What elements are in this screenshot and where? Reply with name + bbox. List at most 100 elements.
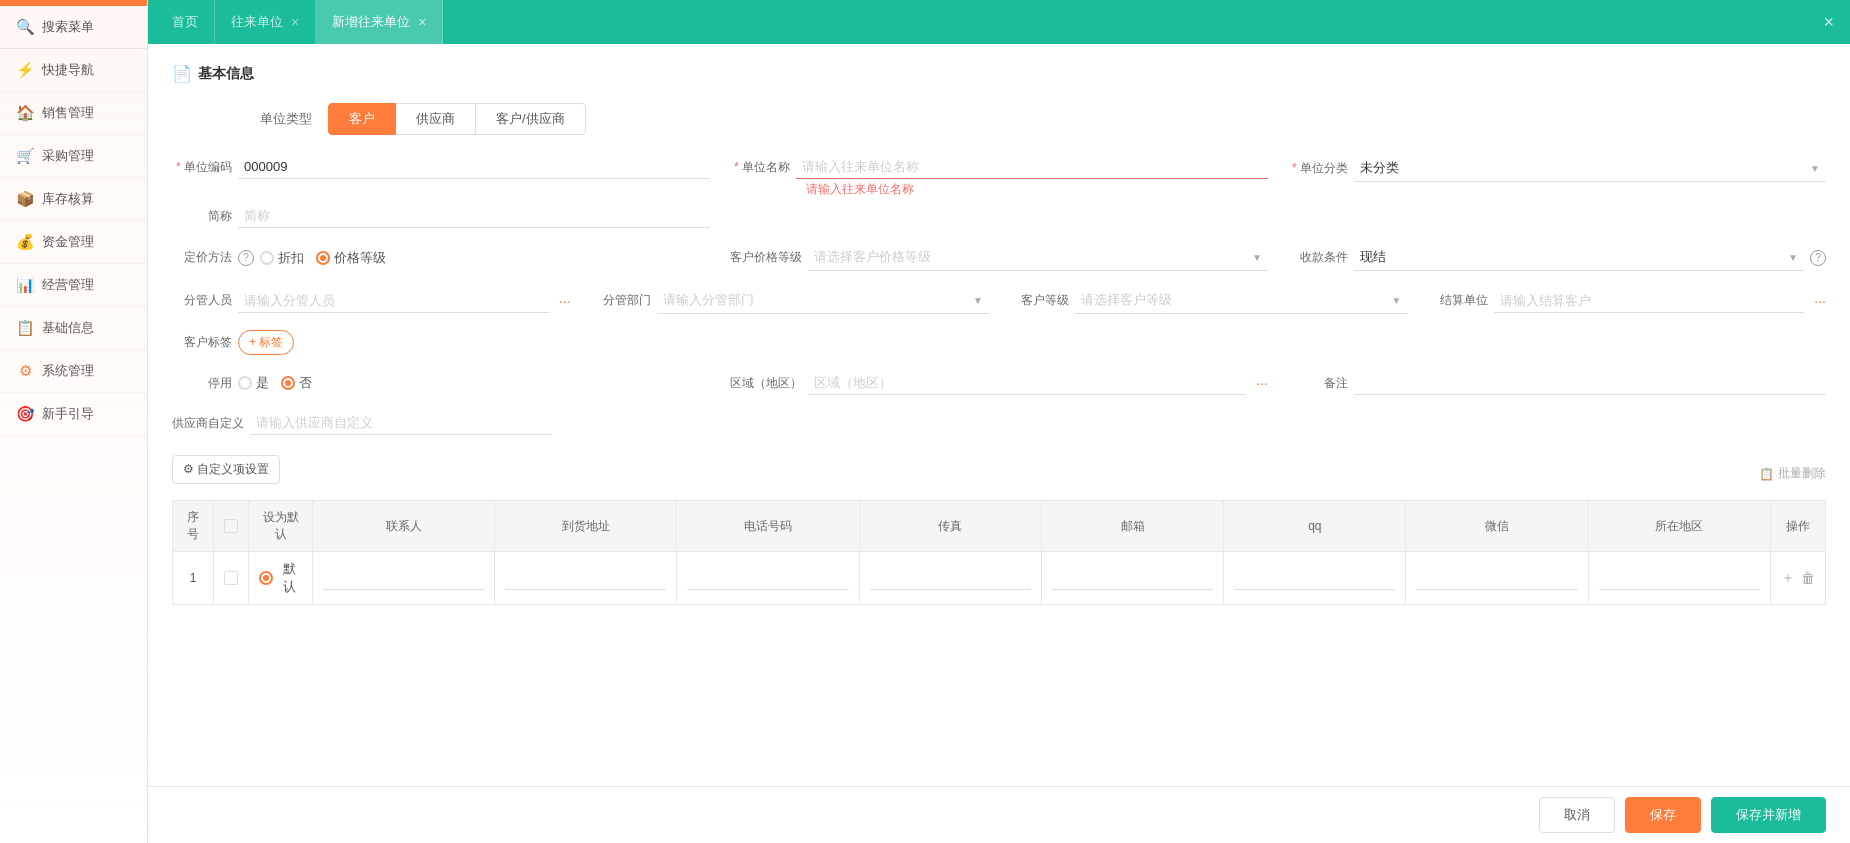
sidebar-item-quick-nav[interactable]: ⚡ 快捷导航: [0, 49, 147, 92]
tab-home[interactable]: 首页: [156, 0, 215, 44]
unit-code-label: 单位编码: [172, 159, 232, 176]
cancel-button[interactable]: 取消: [1539, 797, 1615, 833]
tabbar: 首页 往来单位 × 新增往来单位 × ×: [148, 0, 1850, 44]
pricing-label: 定价方法: [172, 249, 232, 266]
customer-price-level-select[interactable]: 请选择客户价格等级 ▼: [808, 244, 1268, 271]
tab-new-counterparty[interactable]: 新增往来单位 ×: [316, 0, 443, 44]
batch-delete-button[interactable]: 📋 批量删除: [1759, 465, 1826, 482]
unit-name-label: 单位名称: [730, 159, 790, 176]
pricing-discount-label: 折扣: [278, 249, 304, 267]
unit-name-field-inner: 单位名称: [730, 155, 1268, 179]
row-address[interactable]: [495, 552, 677, 605]
col-index: 序号: [173, 501, 214, 552]
remark-input[interactable]: [1354, 371, 1826, 395]
unit-type-label: 单位类型: [232, 110, 312, 128]
manager-more-icon[interactable]: ···: [559, 293, 571, 309]
disabled-yes-radio[interactable]: 是: [238, 374, 269, 392]
sidebar-item-finance[interactable]: 💰 资金管理: [0, 221, 147, 264]
pricing-help-icon[interactable]: ?: [238, 250, 254, 266]
table-header-row: 序号 设为默认 联系人 到货地址 电话号码 传真 邮箱 qq 微信 所在地区: [173, 501, 1826, 552]
unit-category-select[interactable]: 未分类 ▼: [1354, 155, 1826, 182]
custom-settings-button[interactable]: ⚙ 自定义项设置: [172, 455, 280, 484]
finance-icon: 💰: [16, 233, 34, 251]
tab-new-counterparty-close[interactable]: ×: [418, 14, 426, 30]
save-and-new-button[interactable]: 保存并新增: [1711, 797, 1826, 833]
sidebar-finance-label: 资金管理: [42, 233, 94, 251]
sidebar-item-sales[interactable]: 🏠 销售管理: [0, 92, 147, 135]
row-default-radio[interactable]: 默认: [259, 560, 302, 596]
contact-table: 序号 设为默认 联系人 到货地址 电话号码 传真 邮箱 qq 微信 所在地区: [172, 500, 1826, 605]
row-region-input[interactable]: [1599, 566, 1760, 590]
tabbar-close-all[interactable]: ×: [1815, 12, 1842, 33]
row-fax[interactable]: [859, 552, 1041, 605]
abbreviation-input[interactable]: [238, 204, 710, 228]
unit-type-supplier-btn[interactable]: 供应商: [396, 103, 475, 135]
unit-name-input[interactable]: [796, 155, 1268, 179]
unit-category-chevron: ▼: [1810, 163, 1820, 174]
disabled-no-radio[interactable]: 否: [281, 374, 312, 392]
settlement-label: 结算单位: [1428, 292, 1488, 309]
unit-type-row: 单位类型 客户 供应商 客户/供应商: [172, 103, 1826, 135]
settlement-more-icon[interactable]: ···: [1814, 293, 1826, 309]
disabled-yes-circle: [238, 376, 252, 390]
section-basic-info: 📄 基本信息: [172, 64, 1826, 83]
row-delete-button[interactable]: 🗑: [1801, 570, 1815, 586]
sidebar: 🔍 搜索菜单 ⚡ 快捷导航 🏠 销售管理 🛒 采购管理 📦 库存核算 💰 资金管…: [0, 0, 148, 843]
unit-type-customer-btn[interactable]: 客户: [328, 103, 396, 135]
department-select[interactable]: 请输入分管部门 ▼: [657, 287, 990, 314]
payment-terms-field: 收款条件 现结 ▼ ?: [1288, 244, 1826, 271]
email-input[interactable]: [1052, 566, 1213, 590]
col-action: 操作: [1770, 501, 1825, 552]
pricing-discount-radio[interactable]: 折扣: [260, 249, 304, 267]
sidebar-item-system[interactable]: ⚙ 系统管理: [0, 350, 147, 393]
col-contact: 联系人: [312, 501, 494, 552]
region-more-icon[interactable]: ···: [1256, 375, 1268, 391]
tab-counterparty[interactable]: 往来单位 ×: [215, 0, 316, 44]
col-email: 邮箱: [1041, 501, 1223, 552]
tab-home-label: 首页: [172, 13, 198, 31]
payment-terms-value: 现结: [1360, 248, 1784, 266]
fax-input[interactable]: [870, 566, 1031, 590]
row-select-checkbox[interactable]: [224, 571, 238, 585]
customer-level-select[interactable]: 请选择客户等级 ▼: [1075, 287, 1408, 314]
row-wechat[interactable]: [1406, 552, 1588, 605]
save-button[interactable]: 保存: [1625, 797, 1701, 833]
manager-input[interactable]: [238, 289, 549, 313]
row-qq[interactable]: [1224, 552, 1406, 605]
supplier-custom-input[interactable]: [250, 411, 552, 435]
payment-terms-select[interactable]: 现结 ▼: [1354, 244, 1804, 271]
qq-input[interactable]: [1234, 566, 1395, 590]
row-phone[interactable]: [677, 552, 859, 605]
row-add-button[interactable]: ＋: [1781, 569, 1795, 587]
abbreviation-label: 简称: [172, 208, 232, 225]
add-tag-button[interactable]: + 标签: [238, 330, 294, 355]
sidebar-item-operations[interactable]: 📊 经营管理: [0, 264, 147, 307]
row-contact[interactable]: [312, 552, 494, 605]
sidebar-item-basic-info[interactable]: 📋 基础信息: [0, 307, 147, 350]
pricing-radio-group: 折扣 价格等级: [260, 249, 386, 267]
sidebar-item-inventory[interactable]: 📦 库存核算: [0, 178, 147, 221]
settlement-input[interactable]: [1494, 289, 1805, 313]
tab-counterparty-close[interactable]: ×: [291, 14, 299, 30]
row-region[interactable]: [1588, 552, 1770, 605]
payment-terms-help-icon[interactable]: ?: [1810, 250, 1826, 266]
region-input[interactable]: [808, 371, 1246, 395]
table-section: ⚙ 自定义项设置 📋 批量删除 序号 设为默认 联系人 到货地址: [172, 455, 1826, 605]
sidebar-item-purchase[interactable]: 🛒 采购管理: [0, 135, 147, 178]
inventory-icon: 📦: [16, 190, 34, 208]
select-all-checkbox[interactable]: [224, 519, 238, 533]
unit-type-both-btn[interactable]: 客户/供应商: [475, 103, 586, 135]
sidebar-item-search[interactable]: 🔍 搜索菜单: [0, 6, 147, 49]
pricing-level-radio[interactable]: 价格等级: [316, 249, 386, 267]
phone-input[interactable]: [687, 566, 848, 590]
wechat-input[interactable]: [1416, 566, 1577, 590]
col-phone: 电话号码: [677, 501, 859, 552]
row-email[interactable]: [1041, 552, 1223, 605]
contact-input[interactable]: [323, 566, 484, 590]
sidebar-inventory-label: 库存核算: [42, 190, 94, 208]
unit-code-input[interactable]: [238, 155, 710, 179]
address-input[interactable]: [505, 566, 666, 590]
row-default: 默认: [249, 552, 313, 605]
sidebar-item-guide[interactable]: 🎯 新手引导: [0, 393, 147, 436]
sidebar-system-label: 系统管理: [42, 362, 94, 380]
